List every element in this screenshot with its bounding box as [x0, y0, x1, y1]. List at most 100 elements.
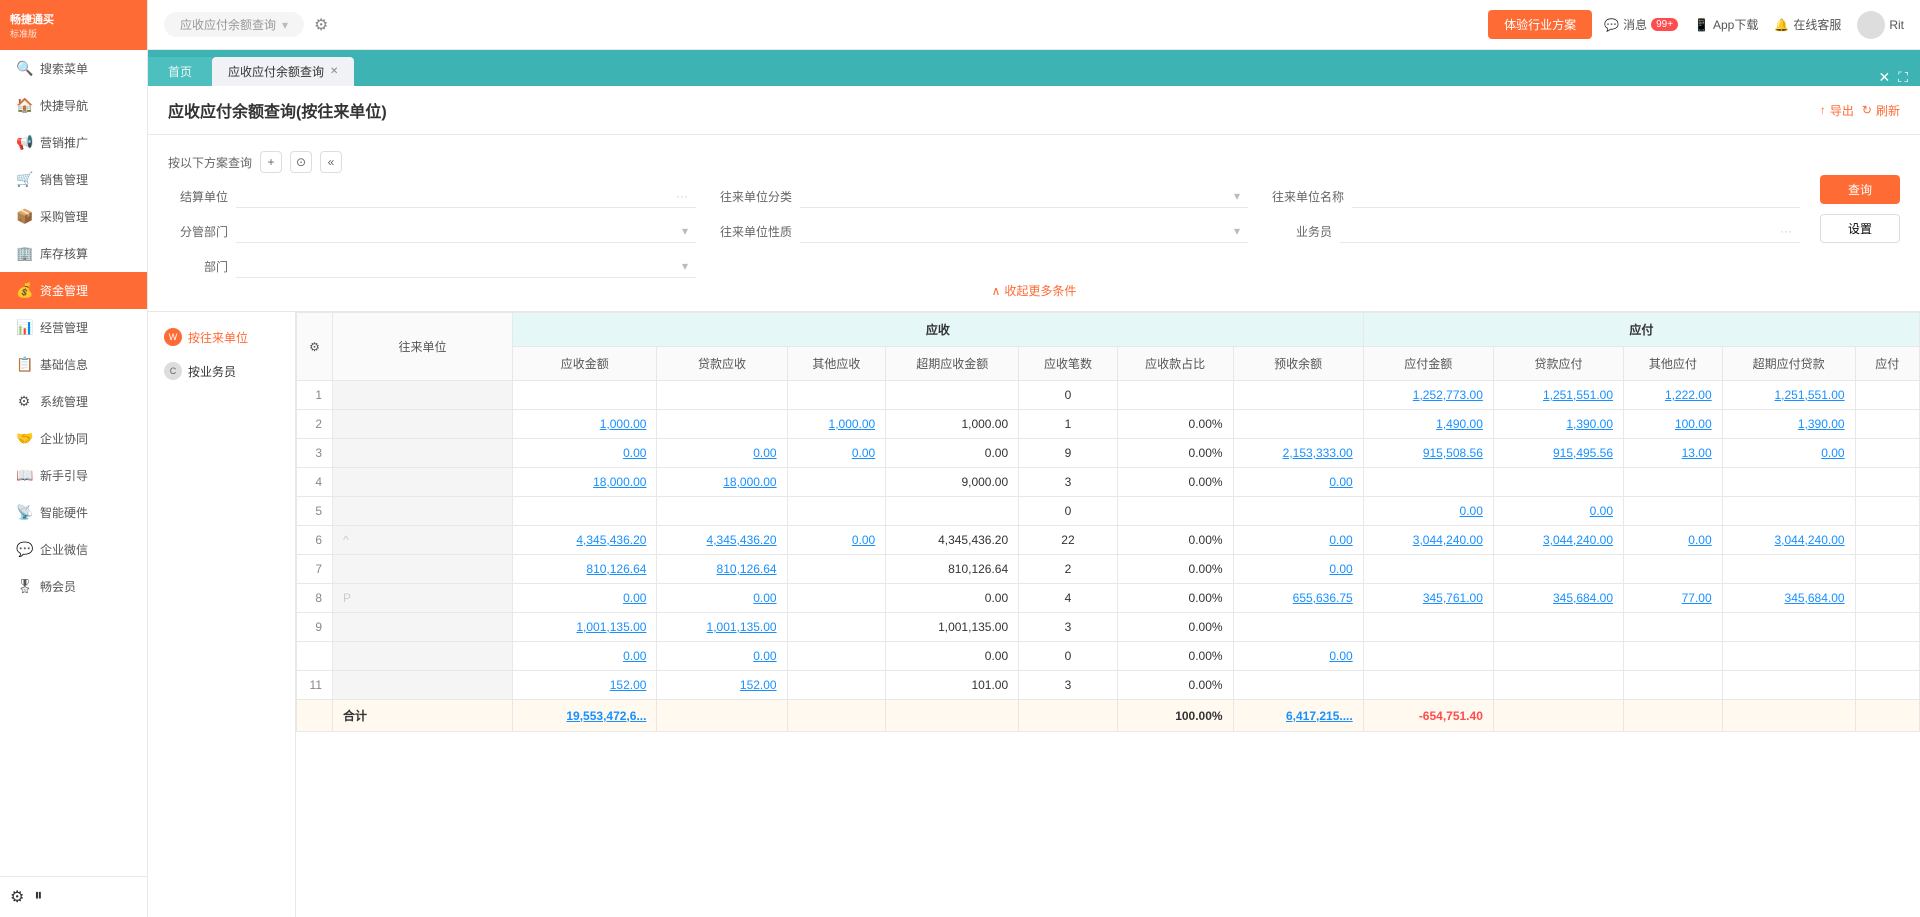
sidebar-item-企业微信[interactable]: 💬企业微信 — [0, 531, 147, 568]
sidebar-item-资金管理[interactable]: 💰资金管理 — [0, 272, 147, 309]
sidebar-item-经营管理[interactable]: 📊经营管理 — [0, 309, 147, 346]
filter-department-select[interactable]: ▾ — [236, 220, 696, 243]
settings-icon[interactable]: ⚙ — [10, 887, 24, 907]
cell-value[interactable]: 1,001,135.00 — [576, 620, 646, 634]
cell-value[interactable]: 152.00 — [740, 678, 777, 692]
col-settings[interactable]: ⚙ — [297, 313, 333, 381]
cell-value[interactable]: 1,000.00 — [600, 417, 647, 431]
user-avatar[interactable]: Rit — [1857, 11, 1904, 39]
tab-receivable[interactable]: 应收应付余额查询 ✕ — [212, 57, 354, 86]
cell-value[interactable]: 0.00 — [623, 649, 646, 663]
cell-value[interactable]: 0.00 — [1460, 504, 1483, 518]
filter-add-button[interactable]: + — [260, 151, 282, 173]
cell-value[interactable]: 18,000.00 — [723, 475, 776, 489]
cell-value[interactable]: 915,495.56 — [1553, 446, 1613, 460]
cell-value[interactable]: 0.00 — [1821, 446, 1844, 460]
sidebar-item-快捷导航[interactable]: 🏠快捷导航 — [0, 87, 147, 124]
refresh-button[interactable]: ↻ 刷新 — [1862, 102, 1900, 119]
sidebar-item-库存核算[interactable]: 🏢库存核算 — [0, 235, 147, 272]
cell-value[interactable]: 1,490.00 — [1436, 417, 1483, 431]
cell-value[interactable]: 810,126.64 — [586, 562, 646, 576]
cell-value[interactable]: 0.00 — [1329, 533, 1352, 547]
cell-value[interactable]: 345,761.00 — [1423, 591, 1483, 605]
solution-button[interactable]: 体验行业方案 — [1488, 10, 1592, 39]
cell-value[interactable]: 0.00 — [1590, 504, 1613, 518]
cell-value[interactable]: 1,252,773.00 — [1413, 388, 1483, 402]
set-button[interactable]: 设置 — [1820, 214, 1900, 243]
sidebar-item-新手引导[interactable]: 📖新手引导 — [0, 457, 147, 494]
cell-value[interactable]: 345,684.00 — [1785, 591, 1845, 605]
table-row: 7 810,126.64 810,126.64 810,126.64 2 0.0… — [297, 555, 1920, 584]
app-download-button[interactable]: 📱 App下载 — [1694, 16, 1758, 33]
cell-value[interactable]: 1,390.00 — [1566, 417, 1613, 431]
scheme-item-salesperson[interactable]: C 按业务员 — [148, 354, 295, 388]
cell-value[interactable]: 0.00 — [1329, 649, 1352, 663]
query-button[interactable]: 查询 — [1820, 175, 1900, 204]
filter-partner-name-input[interactable] — [1352, 185, 1800, 208]
cell-value[interactable]: 1,222.00 — [1665, 388, 1712, 402]
filter-settings-button[interactable]: ⊙ — [290, 151, 312, 173]
cell-value[interactable]: 1,251,551.00 — [1775, 388, 1845, 402]
online-service-button[interactable]: 🔔 在线客服 — [1774, 16, 1841, 33]
filter-partner-category-select[interactable]: ▾ — [800, 185, 1248, 208]
filter-partner-nature-select[interactable]: ▾ — [800, 220, 1248, 243]
cell-value[interactable]: 1,251,551.00 — [1543, 388, 1613, 402]
cell-value[interactable]: 655,636.75 — [1293, 591, 1353, 605]
maximize-icon[interactable]: ⛶ — [1898, 69, 1908, 86]
cell-value[interactable]: 0.00 — [1329, 562, 1352, 576]
cell-value[interactable]: 0.00 — [1688, 533, 1711, 547]
cell-value[interactable]: 3,044,240.00 — [1413, 533, 1483, 547]
cell-value[interactable]: 1,390.00 — [1798, 417, 1845, 431]
sidebar-item-采购管理[interactable]: 📦采购管理 — [0, 198, 147, 235]
cell-value[interactable]: 915,508.56 — [1423, 446, 1483, 460]
sidebar-item-搜索菜单[interactable]: 🔍搜索菜单 — [0, 50, 147, 87]
cell-value[interactable]: 0.00 — [852, 446, 875, 460]
filter-settlement-input[interactable]: ··· — [236, 185, 696, 208]
cell-value[interactable]: 2,153,333.00 — [1283, 446, 1353, 460]
total-receivable-amount[interactable]: 19,553,472,6... — [513, 700, 657, 732]
sidebar-item-营销推广[interactable]: 📢营销推广 — [0, 124, 147, 161]
close-window-icon[interactable]: ✕ — [1878, 69, 1890, 86]
cell-value[interactable]: 0.00 — [753, 649, 776, 663]
cell-value[interactable]: 100.00 — [1675, 417, 1712, 431]
cell-value[interactable]: 1,001,135.00 — [707, 620, 777, 634]
cell-value[interactable]: 0.00 — [623, 446, 646, 460]
sidebar-item-企业协同[interactable]: 🤝企业协同 — [0, 420, 147, 457]
export-button[interactable]: ↑ 导出 — [1820, 102, 1854, 119]
cell-value[interactable]: 0.00 — [753, 446, 776, 460]
filter-salesperson-label: 业务员 — [1272, 223, 1332, 240]
cell-value[interactable]: 18,000.00 — [593, 475, 646, 489]
sidebar-item-基础信息[interactable]: 📋基础信息 — [0, 346, 147, 383]
messages-button[interactable]: 💬 消息 99+ — [1604, 16, 1678, 33]
cell-value[interactable]: 345,684.00 — [1553, 591, 1613, 605]
total-advance-receivable[interactable]: 6,417,215.... — [1233, 700, 1363, 732]
cell-value[interactable]: 4,345,436.20 — [576, 533, 646, 547]
cell-advance-receivable: 655,636.75 — [1233, 584, 1363, 613]
cell-value[interactable]: 13.00 — [1682, 446, 1712, 460]
cell-value[interactable]: 152.00 — [610, 678, 647, 692]
settings-gear-icon[interactable]: ⚙ — [314, 15, 328, 35]
cell-value[interactable]: 0.00 — [753, 591, 776, 605]
cell-value[interactable]: 3,044,240.00 — [1543, 533, 1613, 547]
filter-salesperson-input[interactable]: ··· — [1340, 220, 1800, 243]
cell-value[interactable]: 77.00 — [1682, 591, 1712, 605]
tab-close-icon[interactable]: ✕ — [330, 66, 338, 77]
filter-dept-select[interactable]: ▾ — [236, 255, 696, 278]
cell-value[interactable]: 1,000.00 — [829, 417, 876, 431]
sidebar-item-系统管理[interactable]: ⚙系统管理 — [0, 383, 147, 420]
scheme-item-partner[interactable]: W 按往来单位 — [148, 320, 295, 354]
filter-collapse-more[interactable]: ∧ 收起更多条件 — [168, 278, 1900, 299]
sidebar-item-智能硬件[interactable]: 📡智能硬件 — [0, 494, 147, 531]
filter-collapse-button[interactable]: « — [320, 151, 342, 173]
cell-value[interactable]: 0.00 — [852, 533, 875, 547]
cell-value[interactable]: 3,044,240.00 — [1775, 533, 1845, 547]
cell-value[interactable]: 4,345,436.20 — [707, 533, 777, 547]
sidebar-item-销售管理[interactable]: 🛒销售管理 — [0, 161, 147, 198]
breadcrumb-pill[interactable]: 应收应付余额查询 ▾ — [164, 12, 304, 37]
sidebar-item-畅会员[interactable]: 🎖畅会员 — [0, 568, 147, 605]
tab-home[interactable]: 首页 — [148, 57, 212, 86]
collapse-icon[interactable]: ⏸ — [34, 887, 42, 907]
cell-value[interactable]: 0.00 — [623, 591, 646, 605]
cell-value[interactable]: 0.00 — [1329, 475, 1352, 489]
cell-value[interactable]: 810,126.64 — [717, 562, 777, 576]
